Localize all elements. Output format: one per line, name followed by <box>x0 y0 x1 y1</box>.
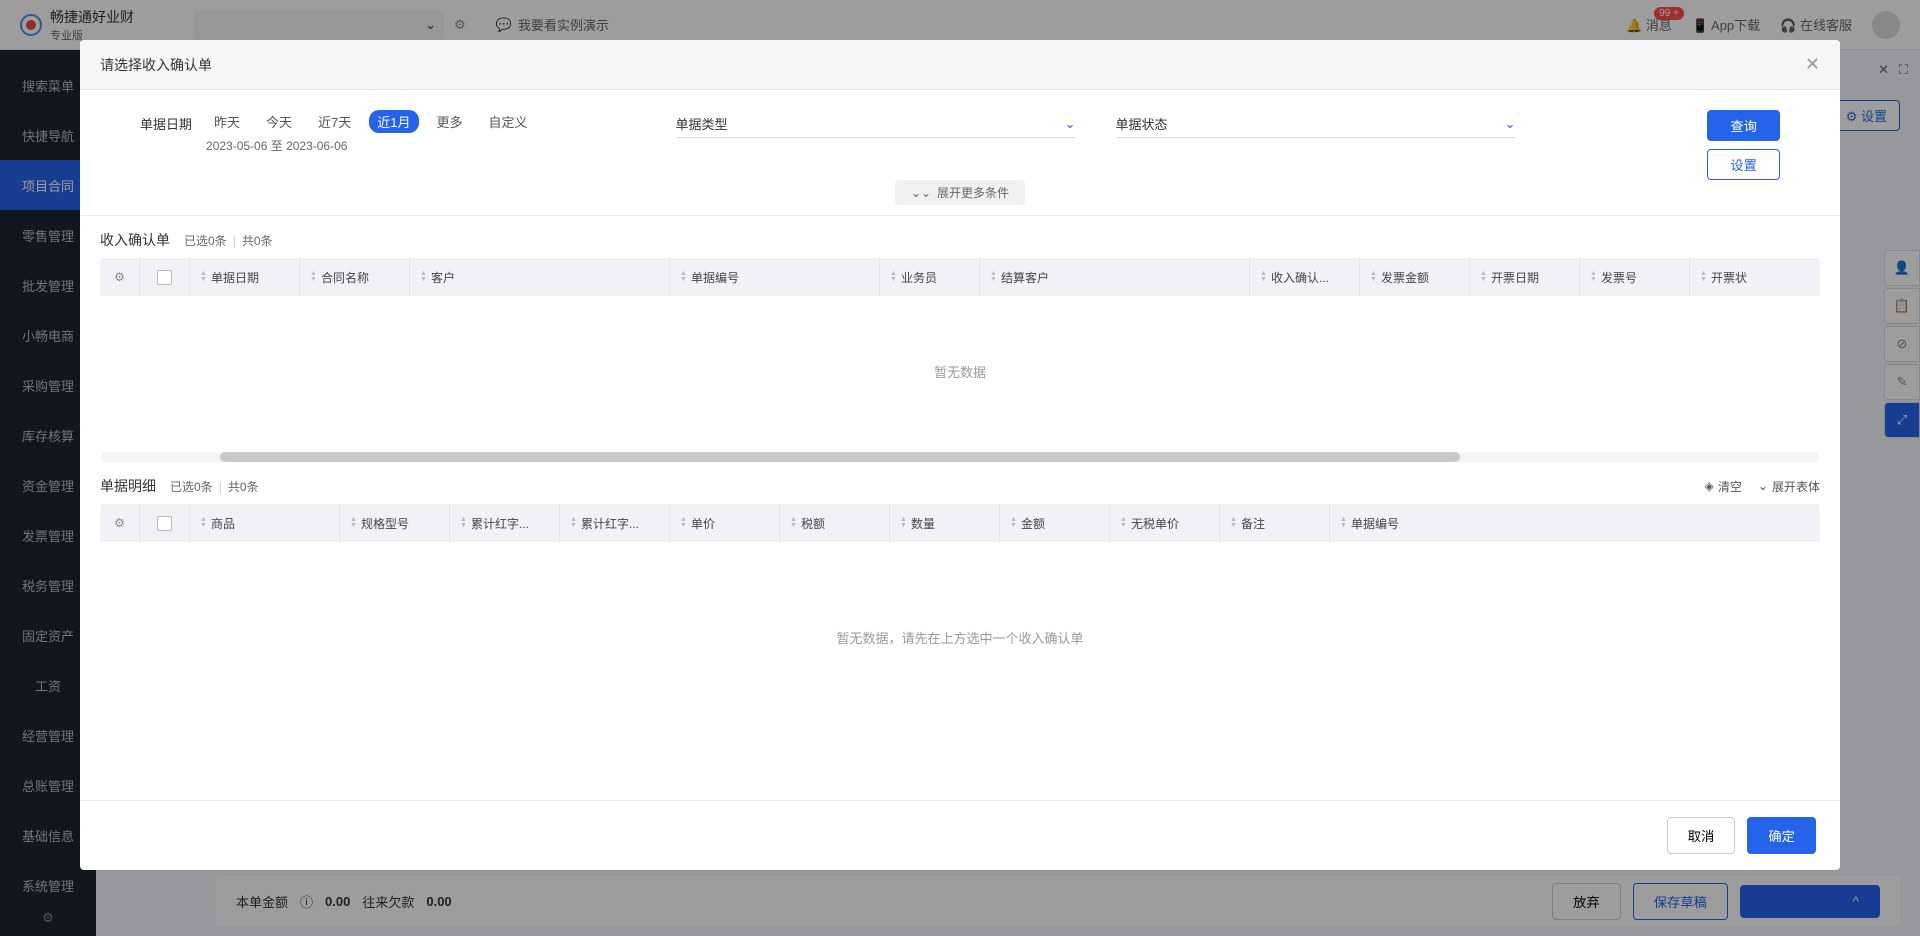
select-income-modal: 请选择收入确认单 ✕ 单据日期 昨天今天近7天近1月更多自定义 2023-05-… <box>80 40 1840 870</box>
modal-footer: 取消 确定 <box>80 800 1840 870</box>
table-column-header[interactable]: ▲▼收入确认... <box>1250 258 1360 296</box>
date-range-text: 2023-05-06 至 2023-06-06 <box>206 137 536 154</box>
doc-status-input[interactable] <box>1178 116 1495 131</box>
table-column-header[interactable]: ▲▼客户 <box>410 258 670 296</box>
table-column-header[interactable]: ▲▼金额 <box>1000 504 1110 542</box>
table-column-header[interactable]: ▲▼单据编号 <box>1330 504 1670 542</box>
income-table-header: ⚙ ▲▼单据日期▲▼合同名称▲▼客户▲▼单据编号▲▼业务员▲▼结算客户▲▼收入确… <box>100 258 1820 296</box>
table-column-header[interactable]: ▲▼业务员 <box>880 258 980 296</box>
doc-type-select[interactable]: 单据类型 ⌄ <box>676 110 1076 138</box>
clear-button[interactable]: ◈ 清空 <box>1705 478 1742 495</box>
table-column-header[interactable]: ▲▼累计红字... <box>560 504 670 542</box>
date-shortcut[interactable]: 自定义 <box>481 110 536 133</box>
confirm-button[interactable]: 确定 <box>1747 817 1816 854</box>
table-settings-icon[interactable]: ⚙ <box>100 504 140 542</box>
date-shortcut[interactable]: 更多 <box>429 110 471 133</box>
table-column-header[interactable]: ▲▼税额 <box>780 504 890 542</box>
table-column-header[interactable]: ▲▼备注 <box>1220 504 1330 542</box>
table-column-header[interactable]: ▲▼发票金额 <box>1360 258 1470 296</box>
doc-type-input[interactable] <box>738 116 1055 131</box>
date-shortcut[interactable]: 近1月 <box>369 110 418 133</box>
select-all-checkbox[interactable] <box>140 258 190 296</box>
table-column-header[interactable]: ▲▼发票号 <box>1580 258 1690 296</box>
cancel-button[interactable]: 取消 <box>1667 817 1736 854</box>
query-button[interactable]: 查询 <box>1707 110 1780 141</box>
table-column-header[interactable]: ▲▼单价 <box>670 504 780 542</box>
income-table-empty: 暂无数据 <box>100 296 1820 446</box>
table-column-header[interactable]: ▲▼开票状 <box>1690 258 1770 296</box>
detail-table-header: ⚙ ▲▼商品▲▼规格型号▲▼累计红字...▲▼累计红字...▲▼单价▲▼税额▲▼… <box>100 504 1820 542</box>
table-column-header[interactable]: ▲▼结算客户 <box>980 258 1250 296</box>
detail-section-head: 单据明细 已选0条|共0条 ◈ 清空 ⌄ 展开表体 <box>80 462 1840 504</box>
income-section-head: 收入确认单 已选0条|共0条 <box>80 216 1840 258</box>
date-filter: 单据日期 昨天今天近7天近1月更多自定义 2023-05-06 至 2023-0… <box>140 110 536 154</box>
expand-body-button[interactable]: ⌄ 展开表体 <box>1758 478 1820 495</box>
table-column-header[interactable]: ▲▼商品 <box>190 504 340 542</box>
filter-section: 单据日期 昨天今天近7天近1月更多自定义 2023-05-06 至 2023-0… <box>80 90 1840 216</box>
chevron-down-icon: ⌄ <box>1065 116 1076 132</box>
modal-title: 请选择收入确认单 <box>100 55 212 75</box>
table-column-header[interactable]: ▲▼数量 <box>890 504 1000 542</box>
date-shortcut[interactable]: 昨天 <box>206 110 248 133</box>
date-shortcut[interactable]: 近7天 <box>310 110 359 133</box>
table-column-header[interactable]: ▲▼开票日期 <box>1470 258 1580 296</box>
expand-conditions-button[interactable]: ⌄⌄ 展开更多条件 <box>895 180 1025 205</box>
chevron-down-icon: ⌄ <box>1505 116 1516 132</box>
modal-header: 请选择收入确认单 ✕ <box>80 40 1840 90</box>
table-settings-icon[interactable]: ⚙ <box>100 258 140 296</box>
filter-settings-button[interactable]: 设置 <box>1707 149 1780 180</box>
table-column-header[interactable]: ▲▼合同名称 <box>300 258 410 296</box>
double-chevron-down-icon: ⌄⌄ <box>911 186 931 200</box>
modal-overlay: 请选择收入确认单 ✕ 单据日期 昨天今天近7天近1月更多自定义 2023-05-… <box>0 0 1920 936</box>
table-column-header[interactable]: ▲▼单据编号 <box>670 258 880 296</box>
select-all-checkbox[interactable] <box>140 504 190 542</box>
date-shortcut[interactable]: 今天 <box>258 110 300 133</box>
table-column-header[interactable]: ▲▼累计红字... <box>450 504 560 542</box>
doc-status-select[interactable]: 单据状态 ⌄ <box>1116 110 1516 138</box>
horizontal-scrollbar[interactable] <box>100 452 1820 462</box>
table-column-header[interactable]: ▲▼规格型号 <box>340 504 450 542</box>
table-column-header[interactable]: ▲▼无税单价 <box>1110 504 1220 542</box>
close-icon[interactable]: ✕ <box>1805 54 1820 75</box>
detail-table-empty: 暂无数据，请先在上方选中一个收入确认单 <box>100 542 1820 732</box>
table-column-header[interactable]: ▲▼单据日期 <box>190 258 300 296</box>
